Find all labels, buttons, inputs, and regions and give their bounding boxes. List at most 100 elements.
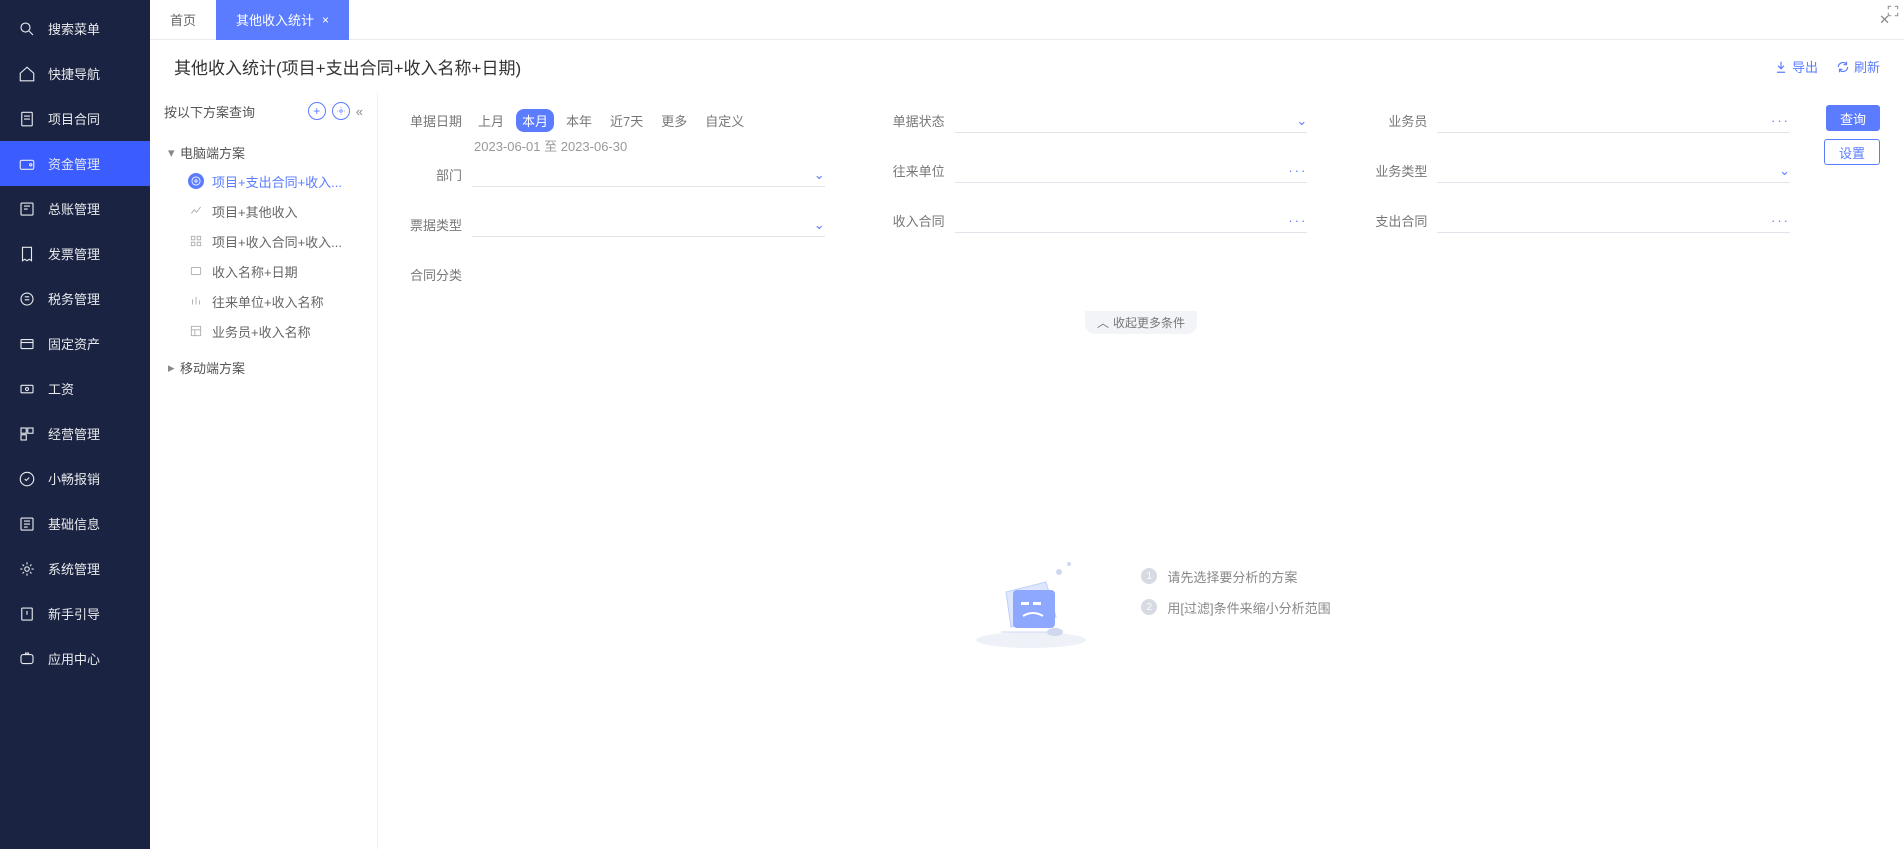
guide-icon: [18, 605, 36, 623]
tab-other-income-stats[interactable]: 其他收入统计×: [216, 0, 349, 40]
side-label: 基础信息: [48, 514, 100, 533]
export-icon: [1774, 60, 1788, 74]
scheme-panel: 按以下方案查询 + « ▾电脑端方案 项目+支出合同+收入... 项目+其他收入…: [150, 93, 378, 849]
side-system-mgmt[interactable]: 系统管理: [0, 546, 150, 591]
preset-more[interactable]: 更多: [655, 109, 693, 132]
close-icon[interactable]: ×: [322, 13, 329, 27]
caret-right-icon: ▸: [168, 360, 180, 376]
ellipsis-icon: ···: [1771, 113, 1790, 128]
home-icon: [18, 65, 36, 83]
trend-icon: [188, 203, 204, 219]
side-label: 总账管理: [48, 199, 100, 218]
tab-home[interactable]: 首页: [150, 0, 216, 40]
layout-icon: [188, 323, 204, 339]
side-tax-mgmt[interactable]: 税务管理: [0, 276, 150, 321]
side-app-center[interactable]: 应用中心: [0, 636, 150, 681]
query-button[interactable]: 查询: [1826, 105, 1880, 131]
filter-bill-date: 单据日期 上月 本月 本年 近7天 更多 自定义: [402, 101, 825, 155]
page-header: 其他收入统计(项目+支出合同+收入名称+日期) 导出 刷新: [150, 40, 1904, 93]
side-quick-nav[interactable]: 快捷导航: [0, 51, 150, 96]
tree-group-desktop[interactable]: ▾电脑端方案: [164, 139, 363, 166]
tab-label: 首页: [170, 10, 196, 29]
side-label: 税务管理: [48, 289, 100, 308]
bars-icon: [188, 293, 204, 309]
empty-state: 1请先选择要分析的方案 2用[过滤]条件来缩小分析范围: [378, 334, 1904, 849]
caret-down-icon: ▾: [168, 145, 180, 161]
target-icon: [188, 173, 204, 189]
receipt-type-select[interactable]: ⌄: [472, 213, 825, 237]
tip-text: 用[过滤]条件来缩小分析范围: [1167, 598, 1330, 617]
bill-status-select[interactable]: ⌄: [955, 109, 1308, 133]
preset-last-7d[interactable]: 近7天: [604, 109, 649, 132]
side-label: 固定资产: [48, 334, 100, 353]
scheme-item-5[interactable]: 往来单位+收入名称: [184, 286, 363, 316]
refresh-link[interactable]: 刷新: [1836, 57, 1880, 76]
export-link[interactable]: 导出: [1774, 57, 1818, 76]
search-icon: [18, 20, 36, 38]
apps-icon: [18, 650, 36, 668]
dept-select[interactable]: ⌄: [472, 163, 825, 187]
scheme-settings-button[interactable]: [332, 102, 350, 120]
invoice-icon: [18, 245, 36, 263]
scheme-item-2[interactable]: 项目+其他收入: [184, 196, 363, 226]
filters: 单据日期 上月 本月 本年 近7天 更多 自定义: [378, 93, 1904, 305]
fullscreen-icon[interactable]: [1886, 4, 1900, 21]
collapse-conditions[interactable]: ︿收起更多条件: [1085, 311, 1197, 334]
side-reimburse[interactable]: 小畅报销: [0, 456, 150, 501]
side-label: 小畅报销: [48, 469, 100, 488]
ledger-icon: [18, 200, 36, 218]
side-general-ledger[interactable]: 总账管理: [0, 186, 150, 231]
main: 首页 其他收入统计× ✕ 其他收入统计(项目+支出合同+收入名称+日期) 导出 …: [150, 0, 1904, 849]
side-fund-mgmt[interactable]: 资金管理: [0, 141, 150, 186]
preset-this-month[interactable]: 本月: [516, 109, 554, 132]
info-icon: [18, 515, 36, 533]
chevron-down-icon: ⌄: [814, 167, 825, 183]
scheme-item-3[interactable]: 项目+收入合同+收入...: [184, 226, 363, 256]
side-invoice-mgmt[interactable]: 发票管理: [0, 231, 150, 276]
card-icon: [188, 263, 204, 279]
refresh-icon: [1836, 60, 1850, 74]
tip-num-1: 1: [1141, 568, 1157, 584]
side-fixed-assets[interactable]: 固定资产: [0, 321, 150, 366]
side-biz-mgmt[interactable]: 经营管理: [0, 411, 150, 456]
side-label: 搜索菜单: [48, 19, 100, 38]
partner-lookup[interactable]: ···: [955, 159, 1308, 183]
side-label: 发票管理: [48, 244, 100, 263]
side-label: 新手引导: [48, 604, 100, 623]
wallet-icon: [18, 155, 36, 173]
chevron-down-icon: ⌄: [1779, 163, 1790, 179]
ellipsis-icon: ···: [1288, 163, 1307, 178]
side-label: 系统管理: [48, 559, 100, 578]
scheme-item-6[interactable]: 业务员+收入名称: [184, 316, 363, 346]
collapse-panel-icon[interactable]: «: [356, 104, 363, 119]
settings-button[interactable]: 设置: [1824, 139, 1880, 165]
doc-icon: [18, 110, 36, 128]
salesman-lookup[interactable]: ···: [1437, 109, 1790, 133]
preset-custom[interactable]: 自定义: [699, 109, 750, 132]
tax-icon: [18, 290, 36, 308]
date-range-text: 2023-06-01 至 2023-06-30: [472, 136, 825, 155]
salary-icon: [18, 380, 36, 398]
tree-group-mobile[interactable]: ▸移动端方案: [164, 354, 363, 381]
side-search-menu[interactable]: 搜索菜单: [0, 6, 150, 51]
side-salary[interactable]: 工资: [0, 366, 150, 411]
chevron-down-icon: ⌄: [814, 217, 825, 233]
income-contract-lookup[interactable]: ···: [955, 209, 1308, 233]
biz-icon: [18, 425, 36, 443]
tip-text: 请先选择要分析的方案: [1167, 567, 1297, 586]
system-icon: [18, 560, 36, 578]
add-scheme-button[interactable]: +: [308, 102, 326, 120]
sidebar: 搜索菜单 快捷导航 项目合同 资金管理 总账管理 发票管理 税务管理 固定资产 …: [0, 0, 150, 849]
chevron-up-icon: ︿: [1097, 314, 1109, 331]
scheme-item-4[interactable]: 收入名称+日期: [184, 256, 363, 286]
biz-type-select[interactable]: ⌄: [1437, 159, 1790, 183]
preset-this-year[interactable]: 本年: [560, 109, 598, 132]
expense-contract-lookup[interactable]: ···: [1437, 209, 1790, 233]
empty-illustration: [951, 532, 1111, 652]
tab-bar: 首页 其他收入统计× ✕: [150, 0, 1904, 40]
preset-last-month[interactable]: 上月: [472, 109, 510, 132]
side-project-contract[interactable]: 项目合同: [0, 96, 150, 141]
side-basic-info[interactable]: 基础信息: [0, 501, 150, 546]
scheme-item-1[interactable]: 项目+支出合同+收入...: [184, 166, 363, 196]
side-newbie-guide[interactable]: 新手引导: [0, 591, 150, 636]
